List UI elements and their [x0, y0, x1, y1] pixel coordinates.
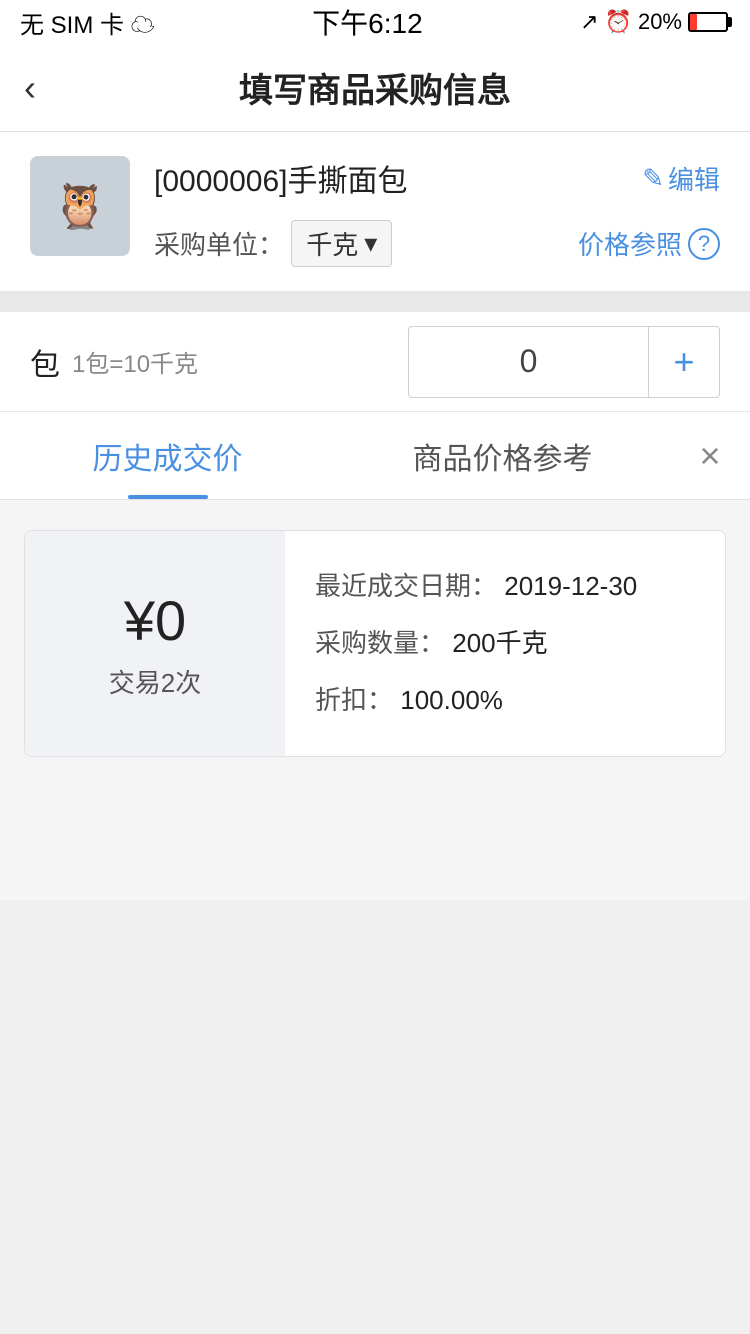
location-icon: ↗	[580, 9, 598, 35]
page-title: 填写商品采购信息	[239, 63, 511, 112]
qty-input-group: +	[408, 326, 720, 398]
latest-date-value: 2019-12-30	[504, 571, 637, 601]
product-name: [0000006]手撕面包	[154, 156, 407, 200]
content-area: ¥0 交易2次 最近成交日期： 2019-12-30 采购数量： 200千克 折…	[0, 500, 750, 900]
qty-unit-label: 包 1包=10千克	[30, 340, 198, 384]
latest-date-line: 最近成交日期： 2019-12-30	[315, 567, 695, 606]
separator	[0, 292, 750, 312]
tab-close-button[interactable]: ×	[670, 435, 750, 477]
dropdown-icon: ▾	[364, 228, 377, 259]
battery-icon	[688, 12, 730, 32]
edit-label: 编辑	[668, 160, 720, 197]
status-left: 无 SIM 卡 ☁	[20, 5, 155, 40]
edit-icon: ✎	[642, 163, 664, 194]
qty-unit-sub: 1包=10千克	[72, 344, 198, 379]
product-thumbnail: 🦉	[30, 156, 130, 256]
quantity-row: 包 1包=10千克 +	[0, 312, 750, 412]
price-ref-label: 价格参照	[578, 225, 682, 262]
quantity-input[interactable]	[408, 326, 648, 398]
product-info: [0000006]手撕面包 ✎ 编辑 采购单位： 千克 ▾ 价格参照 ?	[154, 156, 720, 267]
tab-underline	[128, 495, 208, 499]
tab-product-price-ref[interactable]: 商品价格参考	[335, 412, 670, 499]
alarm-icon: ⏰	[605, 9, 632, 35]
info-icon: ?	[688, 228, 720, 260]
edit-link[interactable]: ✎ 编辑	[642, 160, 720, 197]
nav-bar: ‹ 填写商品采购信息	[0, 44, 750, 132]
status-right: ↗ ⏰ 20%	[580, 9, 730, 35]
history-card: ¥0 交易2次 最近成交日期： 2019-12-30 采购数量： 200千克 折…	[24, 530, 726, 757]
tab-history-price[interactable]: 历史成交价	[0, 412, 335, 499]
qty-plus-button[interactable]: +	[648, 326, 720, 398]
unit-select[interactable]: 千克 ▾	[291, 220, 392, 267]
battery-percent: 20%	[638, 9, 682, 35]
latest-date-label: 最近成交日期：	[315, 571, 497, 601]
purchase-qty-line: 采购数量： 200千克	[315, 624, 695, 663]
unit-value: 千克	[306, 225, 358, 262]
product-thumb-icon: 🦉	[53, 180, 108, 232]
price-ref-link[interactable]: 价格参照 ?	[578, 225, 720, 262]
price-summary: ¥0 交易2次	[25, 531, 285, 756]
tabs-bar: 历史成交价 商品价格参考 ×	[0, 412, 750, 500]
purchase-qty-label: 采购数量：	[315, 628, 445, 658]
price-amount: ¥0	[124, 588, 186, 653]
discount-line: 折扣： 100.00%	[315, 681, 695, 720]
signal-text: 无 SIM 卡 ☁	[20, 5, 155, 40]
product-card: 🦉 [0000006]手撕面包 ✎ 编辑 采购单位： 千克 ▾ 价格参照 ?	[0, 132, 750, 292]
price-details: 最近成交日期： 2019-12-30 采购数量： 200千克 折扣： 100.0…	[285, 531, 725, 756]
unit-label: 采购单位： 千克 ▾	[154, 220, 392, 267]
status-bar: 无 SIM 卡 ☁ 下午6:12 ↗ ⏰ 20%	[0, 0, 750, 44]
back-button[interactable]: ‹	[24, 67, 36, 109]
status-time: 下午6:12	[312, 2, 423, 42]
discount-value: 100.00%	[400, 685, 503, 715]
trade-count: 交易2次	[109, 663, 201, 700]
discount-label: 折扣：	[315, 685, 393, 715]
purchase-qty-value: 200千克	[452, 628, 547, 658]
qty-unit-text: 包	[30, 340, 60, 384]
